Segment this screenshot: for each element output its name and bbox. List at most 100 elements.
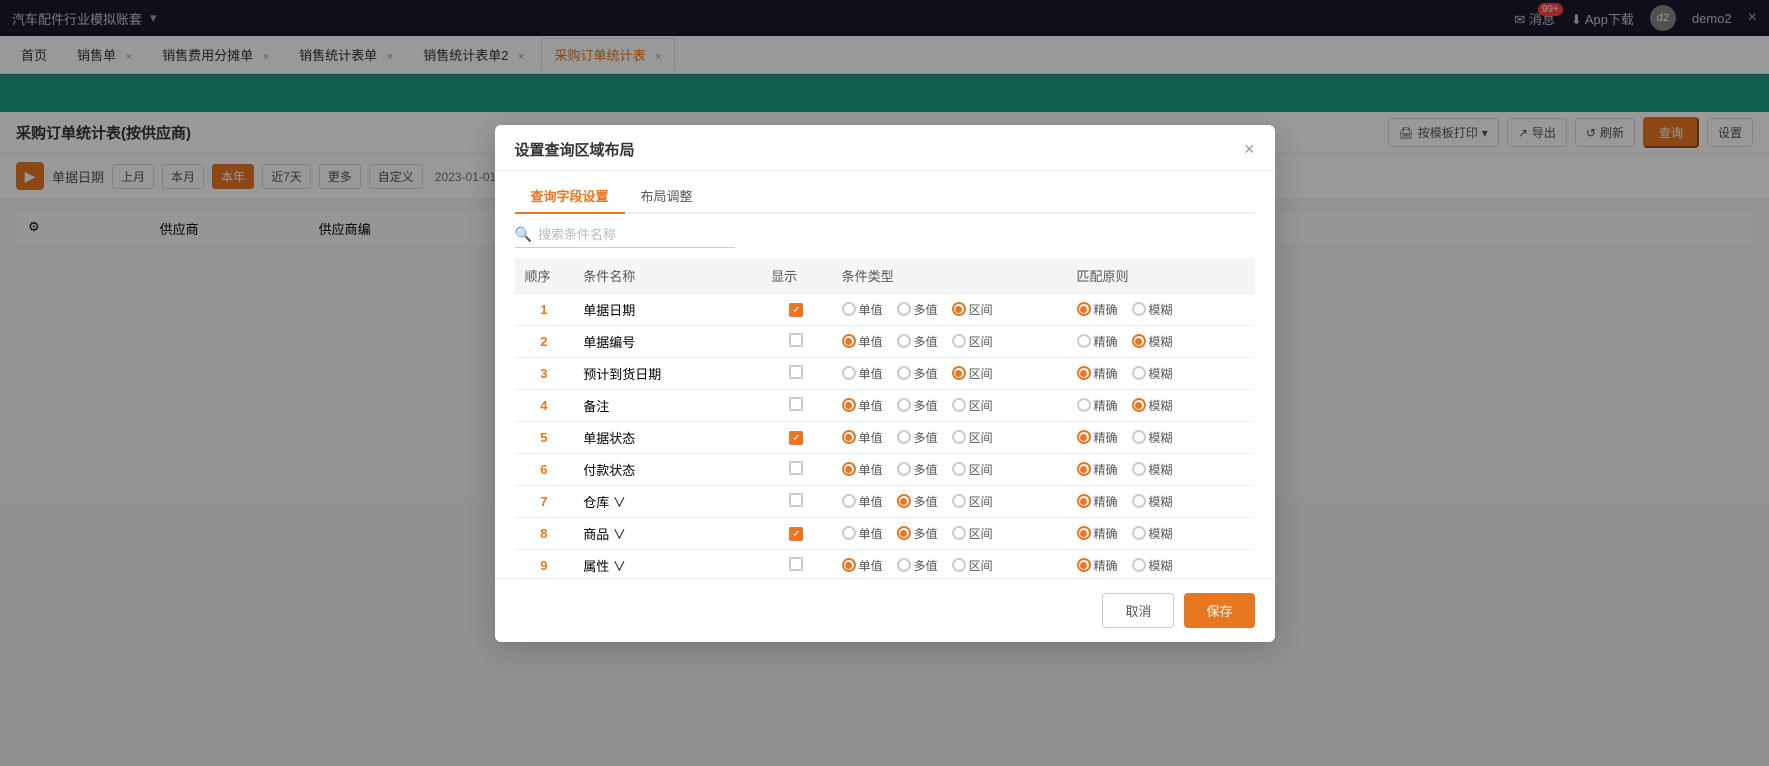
type-radio-多值-5[interactable]: 多值 <box>897 461 938 478</box>
type-radio-区间-4[interactable]: 区间 <box>952 429 993 446</box>
show-checkbox-6[interactable] <box>789 493 803 507</box>
tab-layout-adjust[interactable]: 布局调整 <box>625 179 709 214</box>
type-radio-多值-1[interactable]: 多值 <box>897 333 938 350</box>
radio-circle-6 <box>952 494 966 508</box>
show-checkbox-2[interactable] <box>789 365 803 379</box>
show-checkbox-3[interactable] <box>789 397 803 411</box>
modal-header: 设置查询区域布局 × <box>495 125 1275 171</box>
modal-title: 设置查询区域布局 <box>515 139 635 160</box>
cell-type-1: 单值多值区间 <box>832 325 1067 357</box>
table-row: 4备注单值多值区间精确模糊 <box>515 389 1255 421</box>
match-radio-精确-2[interactable]: 精确 <box>1077 365 1118 382</box>
cell-type-5: 单值多值区间 <box>832 453 1067 485</box>
match-radio-精确-1[interactable]: 精确 <box>1077 333 1118 350</box>
match-radio-模糊-3[interactable]: 模糊 <box>1132 397 1173 414</box>
type-radio-区间-2[interactable]: 区间 <box>952 365 993 382</box>
cell-name-5: 付款状态 <box>573 453 761 485</box>
show-checkbox-5[interactable] <box>789 461 803 475</box>
type-radio-多值-3[interactable]: 多值 <box>897 397 938 414</box>
cell-match-6: 精确模糊 <box>1067 485 1255 517</box>
type-radio-多值-4[interactable]: 多值 <box>897 429 938 446</box>
modal-close-btn[interactable]: × <box>1244 139 1255 160</box>
table-row: 7仓库 ∨单值多值区间精确模糊 <box>515 485 1255 517</box>
cell-show-6[interactable] <box>761 485 831 517</box>
type-radio-单值-4[interactable]: 单值 <box>842 429 883 446</box>
match-radio-circle-6 <box>1077 494 1091 508</box>
cell-show-0[interactable]: ✓ <box>761 293 831 325</box>
show-checkbox-7[interactable]: ✓ <box>789 527 803 541</box>
cell-type-7: 单值多值区间 <box>832 517 1067 549</box>
table-row: 9属性 ∨单值多值区间精确模糊 <box>515 549 1255 578</box>
cell-show-4[interactable]: ✓ <box>761 421 831 453</box>
th-name: 条件名称 <box>573 258 761 294</box>
match-radio-精确-7[interactable]: 精确 <box>1077 525 1118 542</box>
match-radio-circle-4 <box>1077 430 1091 444</box>
settings-table-scroll[interactable]: 顺序 条件名称 显示 条件类型 匹配原则 1单据日期✓单值多值区间精确模糊2单据… <box>515 258 1255 578</box>
save-btn[interactable]: 保存 <box>1184 593 1254 628</box>
cell-match-0: 精确模糊 <box>1067 293 1255 325</box>
table-row: 8商品 ∨✓单值多值区间精确模糊 <box>515 517 1255 549</box>
modal-search-input[interactable] <box>538 227 735 242</box>
match-radio-精确-5[interactable]: 精确 <box>1077 461 1118 478</box>
match-radio-精确-8[interactable]: 精确 <box>1077 557 1118 574</box>
match-radio-精确-0[interactable]: 精确 <box>1077 301 1118 318</box>
type-radio-单值-3[interactable]: 单值 <box>842 397 883 414</box>
table-row: 1单据日期✓单值多值区间精确模糊 <box>515 293 1255 325</box>
match-radio-模糊-4[interactable]: 模糊 <box>1132 429 1173 446</box>
type-radio-单值-5[interactable]: 单值 <box>842 461 883 478</box>
type-radio-多值-8[interactable]: 多值 <box>897 557 938 574</box>
type-radio-区间-6[interactable]: 区间 <box>952 493 993 510</box>
show-checkbox-1[interactable] <box>789 333 803 347</box>
cell-show-1[interactable] <box>761 325 831 357</box>
show-checkbox-4[interactable]: ✓ <box>789 431 803 445</box>
match-radio-精确-4[interactable]: 精确 <box>1077 429 1118 446</box>
radio-circle-5 <box>842 462 856 476</box>
type-radio-区间-8[interactable]: 区间 <box>952 557 993 574</box>
type-radio-多值-6[interactable]: 多值 <box>897 493 938 510</box>
match-radio-circle-1 <box>1077 334 1091 348</box>
type-radio-多值-7[interactable]: 多值 <box>897 525 938 542</box>
type-radio-单值-7[interactable]: 单值 <box>842 525 883 542</box>
type-radio-区间-3[interactable]: 区间 <box>952 397 993 414</box>
cell-show-8[interactable] <box>761 549 831 578</box>
type-radio-区间-7[interactable]: 区间 <box>952 525 993 542</box>
type-radio-单值-1[interactable]: 单值 <box>842 333 883 350</box>
type-radio-多值-0[interactable]: 多值 <box>897 301 938 318</box>
match-radio-circle-4 <box>1132 430 1146 444</box>
type-radio-多值-2[interactable]: 多值 <box>897 365 938 382</box>
type-radio-单值-6[interactable]: 单值 <box>842 493 883 510</box>
cell-show-5[interactable] <box>761 453 831 485</box>
match-radio-模糊-0[interactable]: 模糊 <box>1132 301 1173 318</box>
type-radio-区间-5[interactable]: 区间 <box>952 461 993 478</box>
radio-circle-4 <box>952 430 966 444</box>
type-radio-单值-2[interactable]: 单值 <box>842 365 883 382</box>
cell-match-2: 精确模糊 <box>1067 357 1255 389</box>
match-radio-模糊-2[interactable]: 模糊 <box>1132 365 1173 382</box>
type-radio-单值-8[interactable]: 单值 <box>842 557 883 574</box>
tab-query-fields[interactable]: 查询字段设置 <box>515 179 625 214</box>
radio-circle-2 <box>842 366 856 380</box>
match-radio-模糊-6[interactable]: 模糊 <box>1132 493 1173 510</box>
cancel-btn[interactable]: 取消 <box>1102 593 1174 628</box>
match-radio-精确-3[interactable]: 精确 <box>1077 397 1118 414</box>
type-radio-单值-0[interactable]: 单值 <box>842 301 883 318</box>
match-radio-circle-1 <box>1132 334 1146 348</box>
type-radio-区间-1[interactable]: 区间 <box>952 333 993 350</box>
match-radio-模糊-5[interactable]: 模糊 <box>1132 461 1173 478</box>
show-checkbox-0[interactable]: ✓ <box>789 303 803 317</box>
cell-show-7[interactable]: ✓ <box>761 517 831 549</box>
radio-circle-2 <box>897 366 911 380</box>
match-radio-circle-8 <box>1077 558 1091 572</box>
modal-search-icon: 🔍 <box>515 226 532 243</box>
cell-order-7: 8 <box>515 517 574 549</box>
match-radio-模糊-8[interactable]: 模糊 <box>1132 557 1173 574</box>
match-radio-模糊-1[interactable]: 模糊 <box>1132 333 1173 350</box>
cell-show-2[interactable] <box>761 357 831 389</box>
table-row: 3预计到货日期单值多值区间精确模糊 <box>515 357 1255 389</box>
show-checkbox-8[interactable] <box>789 557 803 571</box>
match-radio-精确-6[interactable]: 精确 <box>1077 493 1118 510</box>
type-radio-区间-0[interactable]: 区间 <box>952 301 993 318</box>
cell-show-3[interactable] <box>761 389 831 421</box>
match-radio-模糊-7[interactable]: 模糊 <box>1132 525 1173 542</box>
cell-order-8: 9 <box>515 549 574 578</box>
